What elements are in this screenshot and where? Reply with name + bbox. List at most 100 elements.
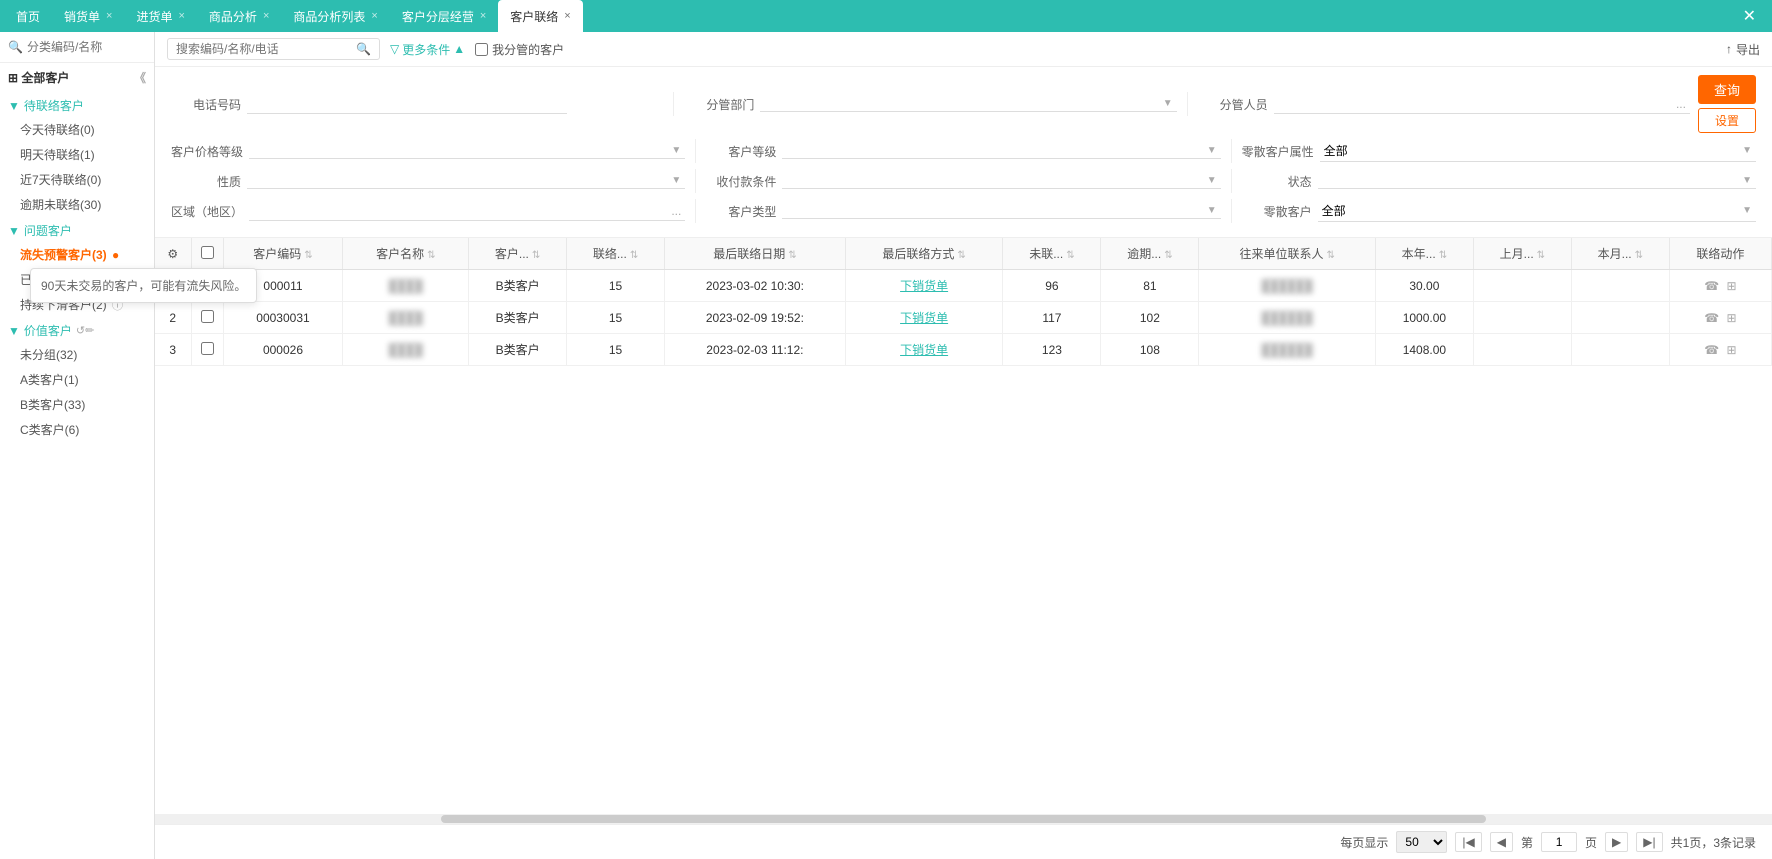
last-method-link[interactable]: 下销货单 [900, 311, 948, 325]
horizontal-scrollbar[interactable] [155, 814, 1772, 824]
window-close-button[interactable]: ✕ [1731, 6, 1768, 26]
tab-home[interactable]: 首页 [4, 0, 52, 32]
sidebar-item-ungrouped[interactable]: 未分组(32) [0, 342, 154, 367]
tab-customer-segment[interactable]: 客户分层经营 × [390, 0, 498, 32]
th-code[interactable]: 客户编码⇅ [223, 238, 343, 270]
filter-customer-type-select[interactable]: ▼ [782, 203, 1220, 219]
table-settings-icon[interactable]: ⚙ [167, 247, 178, 261]
filter-retail-attr-value: 全部 [1324, 142, 1348, 159]
cell-no-contact: 123 [1003, 334, 1101, 366]
sidebar-group-value[interactable]: ▼ 价值客户 ↺ ✏ [0, 317, 154, 342]
cell-last-method[interactable]: 下销货单 [845, 334, 1003, 366]
filter-my-customers[interactable]: 我分管的客户 [475, 41, 564, 58]
action-more-icon[interactable]: ⊞ [1727, 311, 1737, 325]
page-first-btn[interactable]: |◀ [1455, 832, 1481, 852]
cell-checkbox[interactable] [191, 302, 223, 334]
tab-product-list[interactable]: 商品分析列表 × [281, 0, 389, 32]
tab-product-list-close[interactable]: × [371, 10, 377, 22]
last-method-link[interactable]: 下销货单 [900, 343, 948, 357]
cell-action[interactable]: ☎ ⊞ [1669, 270, 1771, 302]
action-more-icon[interactable]: ⊞ [1727, 279, 1737, 293]
sidebar-item-class-b[interactable]: B类客户(33) [0, 392, 154, 417]
th-last-month[interactable]: 上月...⇅ [1473, 238, 1571, 270]
settings-button[interactable]: 设置 [1698, 108, 1756, 133]
sidebar-item-tomorrow-contact[interactable]: 明天待联络(1) [0, 142, 154, 167]
filter-dept-select[interactable]: ▼ [760, 96, 1176, 112]
filter-nature-select[interactable]: ▼ [247, 173, 685, 189]
filter-retail-attr-select[interactable]: 全部 ▼ [1320, 140, 1756, 162]
action-contact-icon[interactable]: ☎ [1704, 343, 1719, 357]
sidebar-item-overdue-contact[interactable]: 逾期未联络(30) [0, 192, 154, 217]
sidebar-item-class-a[interactable]: A类客户(1) [0, 367, 154, 392]
sidebar-item-today-contact[interactable]: 今天待联络(0) [0, 117, 154, 142]
value-refresh-icon[interactable]: ↺ [76, 324, 85, 337]
action-contact-icon[interactable]: ☎ [1704, 311, 1719, 325]
filter-payment-select[interactable]: ▼ [782, 173, 1220, 189]
filter-field-retail-attr: 零散客户属性 全部 ▼ [1242, 140, 1756, 162]
th-last-method[interactable]: 最后联络方式⇅ [845, 238, 1003, 270]
value-edit-icon[interactable]: ✏ [85, 324, 94, 337]
filter-price-level-select[interactable]: ▼ [249, 143, 685, 159]
sidebar-item-7day-contact[interactable]: 近7天待联络(0) [0, 167, 154, 192]
sidebar-search-input[interactable] [27, 40, 155, 54]
tab-product-analysis[interactable]: 商品分析 × [197, 0, 281, 32]
filter-phone-input[interactable] [247, 95, 567, 114]
filter-search-input[interactable] [176, 42, 356, 56]
page-input[interactable] [1541, 832, 1577, 852]
page-last-btn[interactable]: ▶| [1636, 832, 1662, 852]
cell-action[interactable]: ☎ ⊞ [1669, 302, 1771, 334]
sidebar-group-churn[interactable]: ▼ 问题客户 [0, 217, 154, 242]
page-prev-btn[interactable]: ◀ [1490, 832, 1513, 852]
export-button[interactable]: ↑ 导出 [1726, 41, 1760, 58]
sidebar-item-churn-warning[interactable]: 流失预警客户(3) ● [0, 242, 154, 267]
th-contact[interactable]: 联络...⇅ [567, 238, 665, 270]
th-this-month[interactable]: 本月...⇅ [1571, 238, 1669, 270]
tab-purchase-close[interactable]: × [178, 10, 184, 22]
tab-customer-contact-close[interactable]: × [564, 10, 570, 22]
filter-manager-select[interactable]: ... [1274, 95, 1690, 114]
tab-product-analysis-close[interactable]: × [263, 10, 269, 22]
last-method-link[interactable]: 下销货单 [900, 279, 948, 293]
th-settings[interactable]: ⚙ [155, 238, 191, 270]
filter-more-conditions[interactable]: ▽ 更多条件 ▲ [390, 41, 465, 58]
th-type[interactable]: 客户...⇅ [469, 238, 567, 270]
cell-checkbox[interactable] [191, 334, 223, 366]
query-button[interactable]: 查询 [1698, 75, 1756, 104]
tab-purchase[interactable]: 进货单 × [124, 0, 196, 32]
tab-customer-segment-close[interactable]: × [480, 10, 486, 22]
filter-nature-arrow: ▼ [671, 175, 681, 186]
th-name[interactable]: 客户名称⇅ [343, 238, 469, 270]
th-overdue[interactable]: 逾期...⇅ [1101, 238, 1199, 270]
th-checkbox[interactable] [191, 238, 223, 270]
cell-action[interactable]: ☎ ⊞ [1669, 334, 1771, 366]
tab-customer-contact[interactable]: 客户联络 × [498, 0, 582, 32]
page-next-btn[interactable]: ▶ [1605, 832, 1628, 852]
sort-unit-icon: ⇅ [1326, 250, 1334, 261]
my-customers-checkbox[interactable] [475, 43, 488, 56]
cell-contact: 15 [567, 302, 665, 334]
row-checkbox[interactable] [201, 342, 214, 355]
filter-customer-level-select[interactable]: ▼ [782, 143, 1220, 159]
sidebar-search-icon: 🔍 [8, 40, 23, 54]
sidebar-all-customers[interactable]: ⊞ 全部客户 《 [0, 63, 154, 92]
th-this-year[interactable]: 本年...⇅ [1375, 238, 1473, 270]
action-more-icon[interactable]: ⊞ [1727, 343, 1737, 357]
per-page-select[interactable]: 50 100 200 [1396, 831, 1447, 853]
sidebar-group-pending[interactable]: ▼ 待联络客户 [0, 92, 154, 117]
action-contact-icon[interactable]: ☎ [1704, 279, 1719, 293]
filter-search-icon[interactable]: 🔍 [356, 42, 371, 56]
th-unit-contact[interactable]: 往来单位联系人⇅ [1199, 238, 1376, 270]
filter-status-select[interactable]: ▼ [1318, 173, 1756, 189]
tab-sales[interactable]: 销货单 × [52, 0, 124, 32]
tab-sales-close[interactable]: × [106, 10, 112, 22]
th-no-contact[interactable]: 未联...⇅ [1003, 238, 1101, 270]
scrollbar-thumb[interactable] [441, 815, 1487, 823]
cell-last-method[interactable]: 下销货单 [845, 270, 1003, 302]
table-select-all[interactable] [201, 246, 214, 259]
sidebar-item-class-c[interactable]: C类客户(6) [0, 417, 154, 442]
cell-last-method[interactable]: 下销货单 [845, 302, 1003, 334]
filter-retail-select[interactable]: 全部 ▼ [1318, 200, 1756, 222]
th-last-date[interactable]: 最后联络日期⇅ [665, 238, 846, 270]
filter-region-select[interactable]: ... [249, 202, 685, 221]
row-checkbox[interactable] [201, 310, 214, 323]
